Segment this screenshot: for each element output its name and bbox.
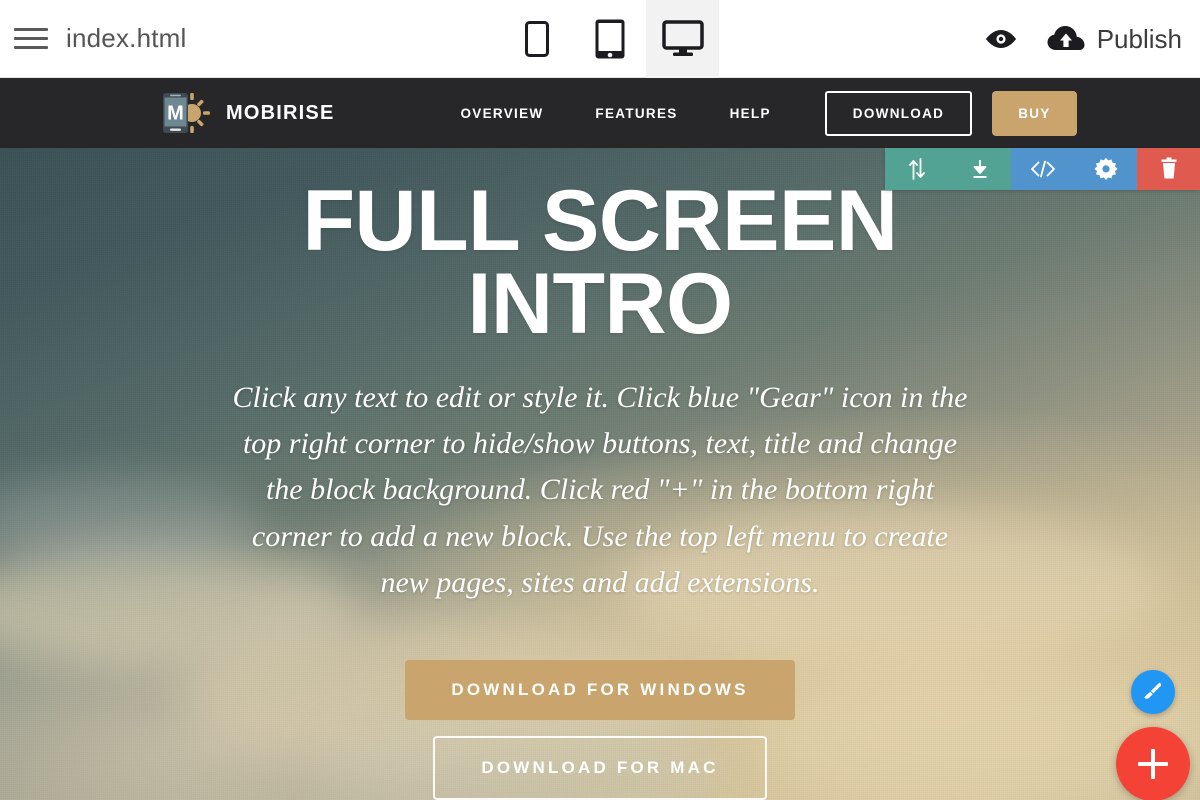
download-for-mac-button[interactable]: DOWNLOAD FOR MAC — [433, 736, 767, 800]
tablet-icon — [595, 19, 624, 59]
move-block-button[interactable] — [885, 148, 948, 190]
svg-text:M: M — [167, 103, 184, 125]
hero-title[interactable]: FULL SCREEN INTRO — [220, 178, 980, 347]
save-block-button[interactable] — [948, 148, 1011, 190]
paintbrush-icon — [1144, 682, 1162, 699]
hero-block: FULL SCREEN INTRO Click any text to edit… — [0, 148, 1200, 800]
download-button[interactable]: DOWNLOAD — [824, 90, 973, 136]
hamburger-menu-icon[interactable] — [12, 24, 48, 54]
mobirise-logo-icon: M — [158, 91, 214, 135]
site-nav-links: OVERVIEW FEATURES HELP DOWNLOAD BUY — [435, 90, 1077, 136]
nav-link-features[interactable]: FEATURES — [569, 96, 703, 131]
device-button-mobile[interactable] — [500, 0, 573, 78]
plus-icon — [1151, 749, 1155, 779]
brand-logo-group[interactable]: M MOBIRISE — [158, 91, 335, 135]
code-brackets-icon — [1030, 160, 1055, 178]
device-button-tablet[interactable] — [573, 0, 646, 78]
style-editor-fab[interactable] — [1131, 670, 1175, 714]
device-preview-switcher — [500, 0, 719, 78]
edit-code-button[interactable] — [1011, 148, 1074, 190]
eye-icon — [985, 30, 1016, 48]
publish-label: Publish — [1096, 23, 1182, 54]
site-navbar: M MOBIRISE OVERVIEW FEATURES HELP DOWNLO… — [0, 78, 1200, 148]
appbar-right-group: Publish — [981, 0, 1182, 78]
download-arrow-icon — [973, 160, 986, 178]
download-for-windows-button[interactable]: DOWNLOAD FOR WINDOWS — [405, 660, 795, 721]
add-block-fab[interactable] — [1116, 727, 1190, 800]
move-up-down-icon — [908, 158, 925, 180]
hero-content: FULL SCREEN INTRO Click any text to edit… — [0, 148, 1200, 800]
brand-name: MOBIRISE — [226, 101, 335, 124]
application-toolbar: index.html Publish — [0, 0, 1200, 78]
desktop-monitor-icon — [661, 20, 704, 56]
publish-button[interactable]: Publish — [1047, 24, 1182, 55]
page-title: index.html — [66, 23, 187, 53]
nav-link-overview[interactable]: OVERVIEW — [435, 96, 570, 131]
block-edit-toolbar — [885, 148, 1200, 190]
buy-button[interactable]: BUY — [992, 90, 1077, 136]
nav-link-help[interactable]: HELP — [704, 96, 797, 131]
appbar-left-group: index.html — [0, 23, 187, 54]
gear-icon — [1093, 157, 1118, 180]
trash-icon — [1161, 157, 1176, 179]
hero-paragraph[interactable]: Click any text to edit or style it. Clic… — [230, 375, 970, 606]
cloud-upload-icon — [1047, 26, 1085, 50]
hero-cta-group: DOWNLOAD FOR WINDOWS DOWNLOAD FOR MAC — [405, 660, 795, 800]
preview-button[interactable] — [981, 19, 1021, 59]
block-settings-button[interactable] — [1074, 148, 1137, 190]
mobile-phone-icon — [524, 21, 549, 57]
delete-block-button[interactable] — [1137, 148, 1200, 190]
device-button-desktop[interactable] — [646, 0, 719, 78]
mobirise-editor-window: index.html Publish M MOBIRISE OVERVIEW F… — [0, 0, 1200, 800]
